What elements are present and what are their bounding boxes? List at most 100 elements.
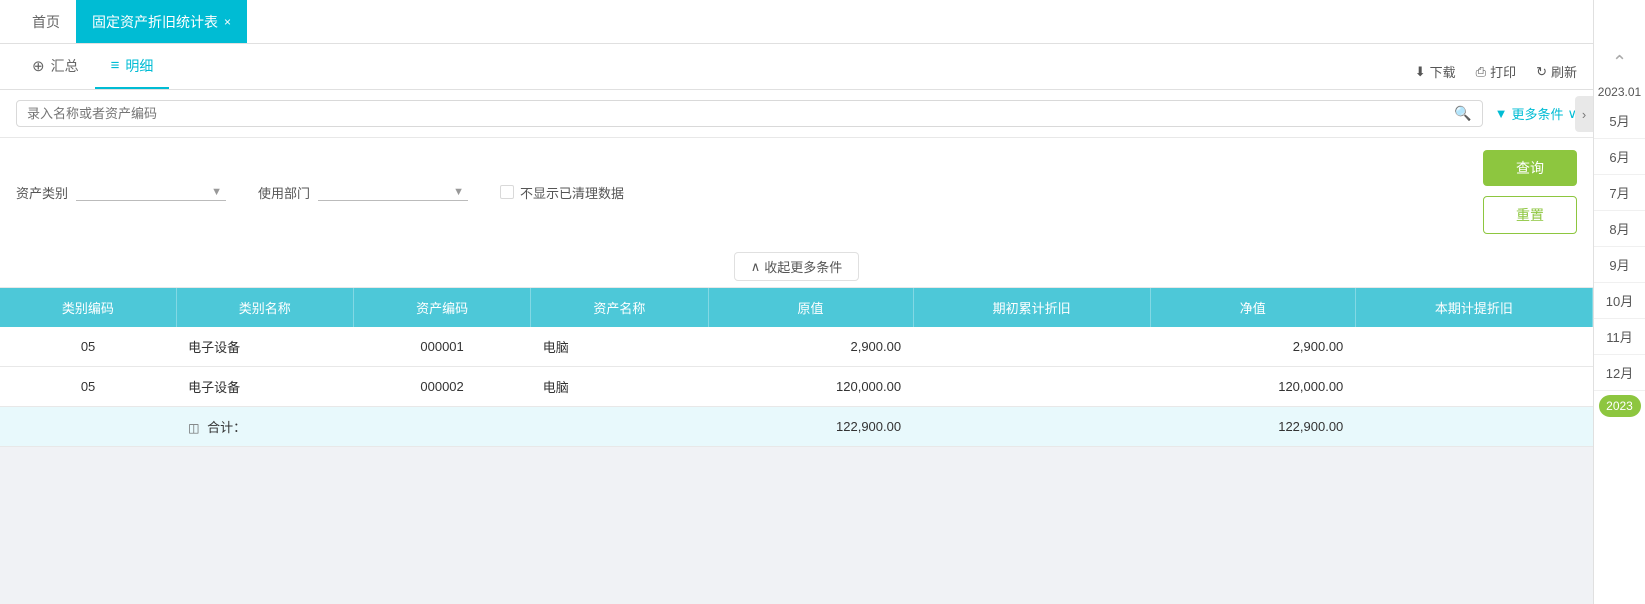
- table-row: 05 电子设备 000002 电脑 120,000.00 120,000.00: [0, 367, 1593, 407]
- collapse-btn-inner: ∧ 收起更多条件: [734, 252, 860, 281]
- right-sidebar: ⌃ 2023.01 5月 6月 7月 8月 9月 10月 11月 12月 202…: [1593, 0, 1645, 604]
- table-header: 类别编码 类别名称 资产编码 资产名称 原值 期初累计折旧 净值 本期计提折旧: [0, 288, 1593, 327]
- year-badge[interactable]: 2023: [1599, 395, 1641, 417]
- collapse-button[interactable]: ∧ 收起更多条件: [16, 246, 1577, 287]
- row2-period-dep: [1355, 367, 1592, 407]
- download-label: 下载: [1430, 62, 1456, 81]
- sidebar-arrow[interactable]: ›: [1575, 96, 1593, 132]
- sub-actions: ⬇ 下载 ⎙ 打印 ↻ 刷新: [1415, 62, 1577, 89]
- month-12[interactable]: 12月: [1594, 355, 1645, 391]
- tab-summary-label: 汇总: [51, 56, 79, 76]
- month-10[interactable]: 10月: [1594, 283, 1645, 319]
- row2-original: 120,000.00: [708, 367, 913, 407]
- filter-more-label: 更多条件: [1511, 104, 1563, 123]
- row2-cat-code: 05: [0, 367, 176, 407]
- total-original: 122,900.00: [708, 407, 913, 447]
- data-table: 类别编码 类别名称 资产编码 资产名称 原值 期初累计折旧 净值 本期计提折旧 …: [0, 288, 1593, 447]
- dept-label: 使用部门: [258, 183, 310, 202]
- total-net-value: 122,900.00: [1150, 407, 1355, 447]
- total-label: ◫ 合计：: [176, 407, 708, 447]
- top-nav: 首页 固定资产折旧统计表 × ✕: [0, 0, 1645, 44]
- col-header-accum-dep: 期初累计折旧: [913, 288, 1150, 327]
- scroll-up-button[interactable]: ⌃: [1612, 44, 1627, 81]
- reset-button[interactable]: 重置: [1483, 196, 1577, 234]
- col-header-cat-name: 类别名称: [176, 288, 353, 327]
- month-11[interactable]: 11月: [1594, 319, 1645, 355]
- search-input-wrap[interactable]: 🔍: [16, 100, 1483, 127]
- total-icon: ◫: [188, 421, 199, 435]
- row1-asset-name: 电脑: [531, 327, 708, 367]
- total-row: ◫ 合计： 122,900.00 122,900.00: [0, 407, 1593, 447]
- month-7[interactable]: 7月: [1594, 175, 1645, 211]
- col-header-asset-name: 资产名称: [531, 288, 708, 327]
- month-8[interactable]: 8月: [1594, 211, 1645, 247]
- asset-type-chevron: ▼: [211, 186, 222, 198]
- tab-summary[interactable]: ⊕ 汇总: [16, 44, 95, 89]
- search-icon: 🔍: [1454, 105, 1471, 122]
- row1-cat-name: 电子设备: [176, 327, 353, 367]
- collapse-label: 收起更多条件: [764, 257, 842, 276]
- refresh-label: 刷新: [1551, 62, 1577, 81]
- col-header-asset-code: 资产编码: [353, 288, 530, 327]
- col-header-original: 原值: [708, 288, 913, 327]
- total-empty-1: [0, 407, 176, 447]
- asset-type-field: 资产类别 ▼: [16, 183, 226, 202]
- row1-original: 2,900.00: [708, 327, 913, 367]
- col-header-cat-code: 类别编码: [0, 288, 176, 327]
- print-icon: ⎙: [1476, 64, 1486, 80]
- total-period-dep: [1355, 407, 1592, 447]
- table-body: 05 电子设备 000001 电脑 2,900.00 2,900.00 05 电…: [0, 327, 1593, 447]
- nav-tab-active[interactable]: 固定资产折旧统计表 ×: [76, 0, 247, 43]
- sub-tab-bar: ⊕ 汇总 ≡ 明细 ⬇ 下载 ⎙ 打印 ↻ 刷新: [0, 44, 1593, 90]
- row2-net-value: 120,000.00: [1150, 367, 1355, 407]
- filter-bar-wrap: 🔍 ▼ 更多条件 ∨ ›: [0, 90, 1593, 138]
- table-row: 05 电子设备 000001 电脑 2,900.00 2,900.00: [0, 327, 1593, 367]
- refresh-button[interactable]: ↻ 刷新: [1536, 62, 1577, 81]
- main-content: ⊕ 汇总 ≡ 明细 ⬇ 下载 ⎙ 打印 ↻ 刷新 🔍: [0, 44, 1593, 447]
- print-label: 打印: [1490, 62, 1516, 81]
- nav-home[interactable]: 首页: [16, 0, 76, 43]
- print-button[interactable]: ⎙ 打印: [1476, 62, 1516, 81]
- adv-filter: 资产类别 ▼ 使用部门 ▼ 不显示已清理数据 查询 重置: [0, 138, 1593, 288]
- dept-chevron: ▼: [453, 186, 464, 198]
- download-button[interactable]: ⬇ 下载: [1415, 62, 1456, 81]
- total-label-text: 合计：: [207, 420, 246, 435]
- month-5[interactable]: 5月: [1594, 103, 1645, 139]
- total-accum-dep: [913, 407, 1150, 447]
- col-header-period-dep: 本期计提折旧: [1355, 288, 1592, 327]
- hide-cleared-wrap: 不显示已清理数据: [500, 183, 624, 202]
- adv-filter-row: 资产类别 ▼ 使用部门 ▼ 不显示已清理数据 查询 重置: [16, 150, 1577, 246]
- row1-period-dep: [1355, 327, 1592, 367]
- query-button[interactable]: 查询: [1483, 150, 1577, 186]
- asset-type-label: 资产类别: [16, 183, 68, 202]
- row2-asset-name: 电脑: [531, 367, 708, 407]
- detail-icon: ≡: [111, 57, 120, 74]
- row2-accum-dep: [913, 367, 1150, 407]
- search-input[interactable]: [27, 106, 1446, 121]
- row1-cat-code: 05: [0, 327, 176, 367]
- asset-type-select[interactable]: ▼: [76, 184, 226, 201]
- tab-detail[interactable]: ≡ 明细: [95, 44, 170, 89]
- hide-cleared-label: 不显示已清理数据: [520, 183, 624, 202]
- hide-cleared-checkbox[interactable]: [500, 185, 514, 199]
- row2-cat-name: 电子设备: [176, 367, 353, 407]
- nav-tab-close[interactable]: ×: [224, 15, 231, 29]
- collapse-icon: ∧: [751, 259, 761, 275]
- dept-field: 使用部门 ▼: [258, 183, 468, 202]
- tab-detail-label: 明细: [125, 56, 153, 76]
- row1-accum-dep: [913, 327, 1150, 367]
- row2-asset-code: 000002: [353, 367, 530, 407]
- filter-icon: ▼: [1495, 106, 1508, 121]
- month-6[interactable]: 6月: [1594, 139, 1645, 175]
- date-display: 2023.01: [1598, 81, 1641, 103]
- col-header-net-value: 净值: [1150, 288, 1355, 327]
- summary-icon: ⊕: [32, 57, 45, 75]
- download-icon: ⬇: [1415, 64, 1426, 80]
- table-wrap: 类别编码 类别名称 资产编码 资产名称 原值 期初累计折旧 净值 本期计提折旧 …: [0, 288, 1593, 447]
- filter-more-button[interactable]: ▼ 更多条件 ∨: [1495, 104, 1577, 123]
- month-9[interactable]: 9月: [1594, 247, 1645, 283]
- refresh-icon: ↻: [1536, 64, 1547, 80]
- filter-buttons: 查询 重置: [1483, 150, 1577, 234]
- dept-select[interactable]: ▼: [318, 184, 468, 201]
- filter-bar: 🔍 ▼ 更多条件 ∨: [0, 90, 1593, 138]
